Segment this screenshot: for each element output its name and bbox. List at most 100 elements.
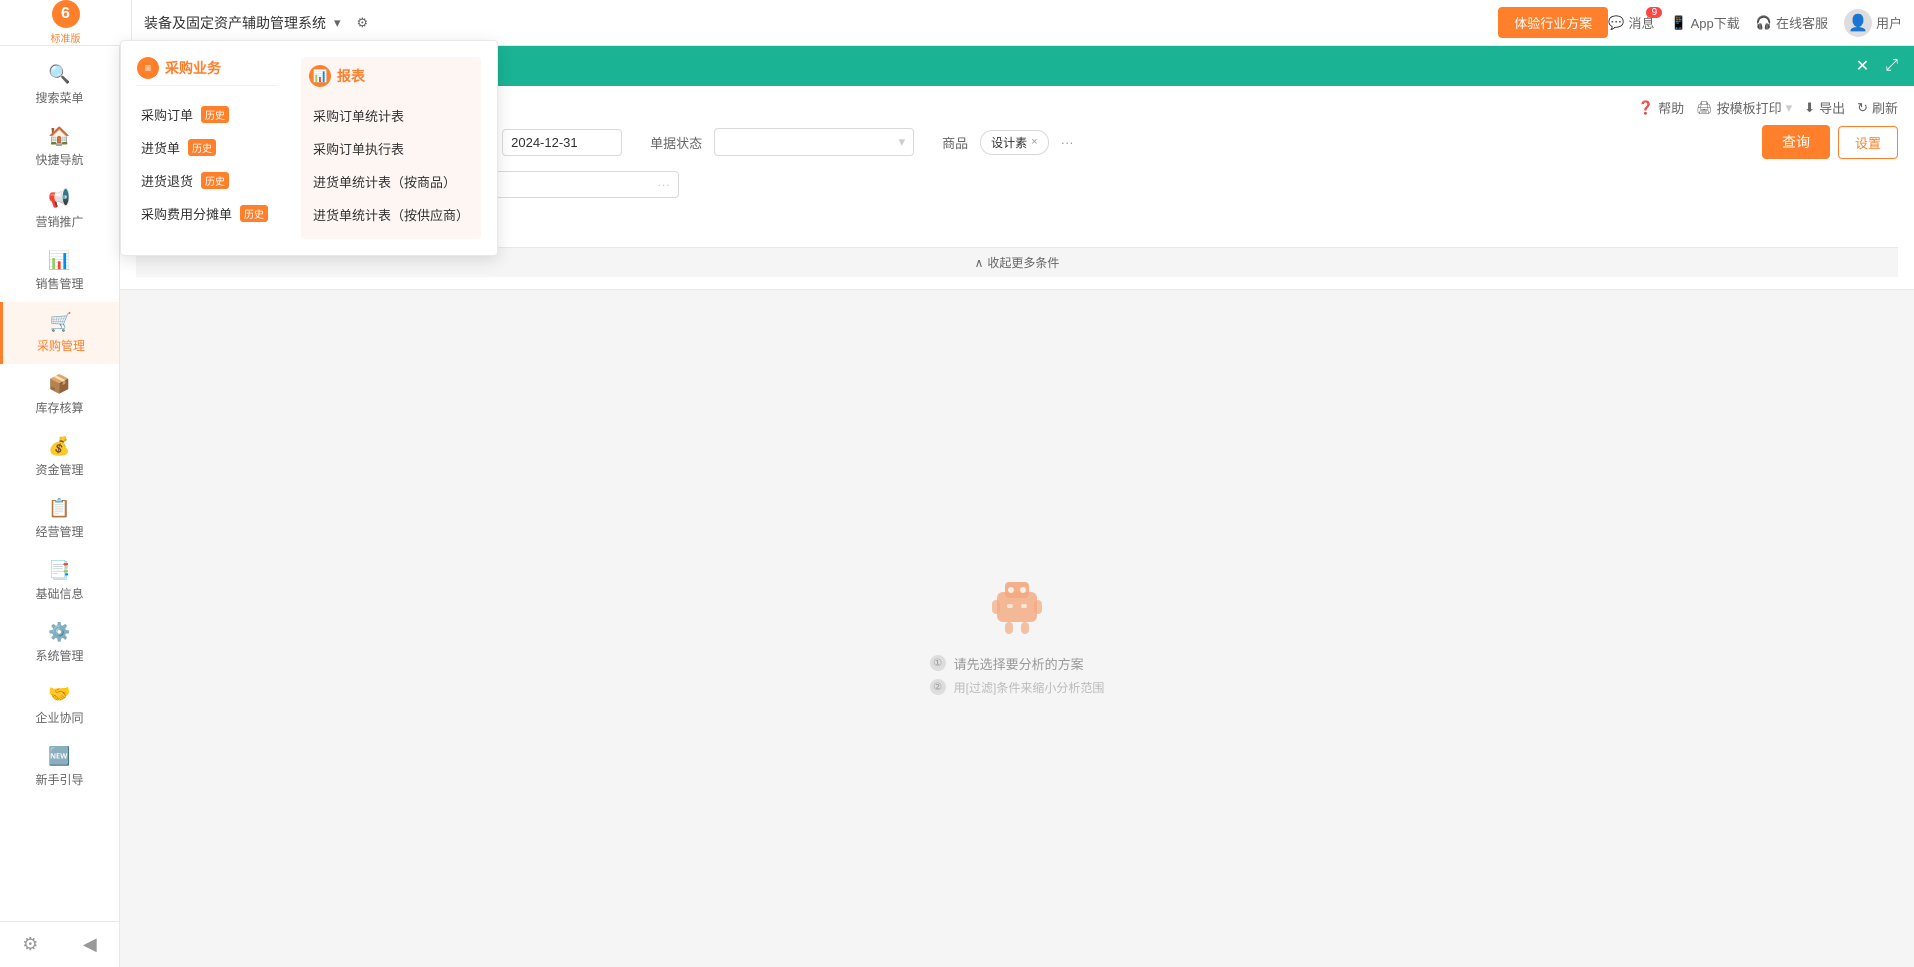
purchase-report-section: 📊 报表 采购订单统计表 采购订单执行表 进货单统计表（按商品） 进货单统计表（… bbox=[301, 57, 481, 239]
sidebar-item-basic[interactable]: 📑 基础信息 bbox=[0, 550, 119, 612]
user-area[interactable]: 👤 用户 bbox=[1844, 9, 1902, 37]
menu-stock-stat-by-supplier[interactable]: 进货单统计表（按供应商） bbox=[309, 198, 473, 231]
sidebar-bottom: ⚙ ◀ bbox=[0, 921, 119, 967]
logo-subtitle: 标准版 bbox=[51, 30, 81, 45]
sidebar-item-quick[interactable]: 🏠 快捷导航 bbox=[0, 116, 119, 178]
sidebar-item-purchase[interactable]: 🛒 采购管理 bbox=[0, 302, 119, 364]
guide-icon: 🆕 bbox=[48, 746, 70, 767]
sidebar-item-search[interactable]: 🔍 搜索菜单 bbox=[0, 54, 119, 116]
menu-stock-in[interactable]: 进货单 历史 bbox=[137, 131, 277, 164]
message-icon: 💬 bbox=[1608, 15, 1624, 31]
print-dropdown-icon: ▾ bbox=[1786, 100, 1793, 116]
stock-in-label: 进货单 bbox=[141, 138, 180, 157]
print-btn[interactable]: 🖨 按模板打印 ▾ bbox=[1696, 98, 1792, 117]
sidebar-item-finance[interactable]: 💰 资金管理 bbox=[0, 426, 119, 488]
history-tag-1: 历史 bbox=[201, 106, 229, 123]
history-tag-3: 历史 bbox=[201, 172, 229, 189]
sidebar-item-label: 营销推广 bbox=[35, 213, 83, 230]
industry-btn[interactable]: 体验行业方案 bbox=[1498, 7, 1608, 38]
sidebar-item-sales[interactable]: 📊 销售管理 bbox=[0, 240, 119, 302]
export-btn[interactable]: ⬇ 导出 bbox=[1804, 98, 1845, 117]
purchase-order-label: 采购订单 bbox=[141, 105, 193, 124]
messages-btn[interactable]: 💬 消息 9 bbox=[1608, 13, 1654, 32]
settings-icon[interactable]: ⚙ bbox=[357, 15, 369, 31]
system-title-text: 装备及固定资产辅助管理系统 bbox=[144, 13, 326, 33]
menu-stock-return[interactable]: 进货退货 历史 bbox=[137, 164, 277, 197]
user-avatar: 👤 bbox=[1844, 9, 1872, 37]
sidebar-settings-icon[interactable]: ⚙ bbox=[22, 934, 38, 955]
sidebar-item-operations[interactable]: 📋 经营管理 bbox=[0, 488, 119, 550]
export-icon: ⬇ bbox=[1804, 100, 1815, 116]
operations-icon: 📋 bbox=[48, 498, 70, 519]
enterprise-icon: 🤝 bbox=[48, 684, 70, 705]
sidebar-item-label: 销售管理 bbox=[35, 275, 83, 292]
voucher-status-label: 单据状态 bbox=[650, 133, 702, 152]
app-download-label: App下载 bbox=[1691, 13, 1740, 32]
refresh-label: 刷新 bbox=[1872, 98, 1898, 117]
basic-icon: 📑 bbox=[48, 560, 70, 581]
purchase-expense-label: 采购费用分摊单 bbox=[141, 204, 232, 223]
sidebar-item-inventory[interactable]: 📦 库存核算 bbox=[0, 364, 119, 426]
tab-close-window-btn[interactable]: ✕ bbox=[1852, 52, 1873, 80]
goods-chip-label: 设计素 bbox=[991, 134, 1027, 151]
query-btn[interactable]: 查询 bbox=[1762, 125, 1830, 159]
sidebar-item-label: 新手引导 bbox=[35, 771, 83, 788]
menu-purchase-expense[interactable]: 采购费用分摊单 历史 bbox=[137, 197, 277, 230]
empty-line2: 用[过滤]条件来缩小分析范围 bbox=[954, 679, 1105, 696]
empty-line1: 请先选择要分析的方案 bbox=[954, 654, 1084, 673]
sidebar-item-label: 库存核算 bbox=[35, 399, 83, 416]
history-tag-2: 历史 bbox=[188, 139, 216, 156]
purchase-business-title: ≡ 采购业务 bbox=[137, 57, 277, 86]
tab-bar-right: ✕ ⤢ bbox=[1852, 52, 1914, 80]
sidebar-item-enterprise[interactable]: 🤝 企业协同 bbox=[0, 674, 119, 736]
app-download-btn[interactable]: 📱 App下载 bbox=[1670, 13, 1739, 32]
business-title-text: 采购业务 bbox=[165, 58, 221, 78]
business-title-icon: ≡ bbox=[137, 57, 159, 79]
online-service-btn[interactable]: 🎧 在线客服 bbox=[1756, 13, 1828, 32]
phone-icon: 📱 bbox=[1670, 15, 1686, 31]
sidebar-item-label: 资金管理 bbox=[35, 461, 83, 478]
sidebar-item-label: 系统管理 bbox=[35, 647, 83, 664]
tab-maximize-btn[interactable]: ⤢ bbox=[1881, 53, 1902, 79]
setting-btn[interactable]: 设置 bbox=[1838, 126, 1898, 159]
collapse-label: 收起更多条件 bbox=[987, 254, 1059, 271]
online-service-label: 在线客服 bbox=[1776, 13, 1828, 32]
finance-icon: 💰 bbox=[48, 436, 70, 457]
sidebar-item-guide[interactable]: 🆕 新手引导 bbox=[0, 736, 119, 798]
date-end-value[interactable]: 2024-12-31 bbox=[502, 129, 622, 156]
empty-state: ① 请先选择要分析的方案 ② 用[过滤]条件来缩小分析范围 bbox=[930, 562, 1105, 696]
user-label: 用户 bbox=[1876, 13, 1902, 32]
collapse-chevron-icon: ∧ bbox=[975, 256, 984, 270]
stock-return-label: 进货退货 bbox=[141, 171, 193, 190]
purchase-icon: 🛒 bbox=[50, 312, 72, 333]
sales-icon: 📊 bbox=[48, 250, 70, 271]
sidebar-item-marketing[interactable]: 📢 营销推广 bbox=[0, 178, 119, 240]
goods-more-dots[interactable]: ··· bbox=[1061, 135, 1074, 150]
main-layout: 🔍 搜索菜单 🏠 快捷导航 📢 营销推广 📊 销售管理 🛒 采购管理 📦 库存核… bbox=[0, 46, 1914, 967]
system-title-area: 装备及固定资产辅助管理系统 ▾ ⚙ bbox=[144, 13, 1486, 33]
salesperson-select[interactable]: ··· bbox=[479, 171, 679, 198]
inventory-icon: 📦 bbox=[48, 374, 70, 395]
sidebar-item-label: 企业协同 bbox=[35, 709, 83, 726]
goods-label: 商品 bbox=[942, 133, 968, 152]
voucher-status-select[interactable]: ▾ bbox=[714, 128, 914, 156]
purchase-business-section: ≡ 采购业务 采购订单 历史 进货单 历史 进货退货 历史 采购费用分摊单 历史 bbox=[137, 57, 277, 239]
goods-chip[interactable]: 设计素 × bbox=[980, 130, 1048, 155]
sidebar-item-label: 基础信息 bbox=[35, 585, 83, 602]
sidebar-item-system[interactable]: ⚙️ 系统管理 bbox=[0, 612, 119, 674]
help-btn[interactable]: ❓ 帮助 bbox=[1638, 98, 1684, 117]
history-tag-4: 历史 bbox=[240, 205, 268, 222]
menu-purchase-order[interactable]: 采购订单 历史 bbox=[137, 98, 277, 131]
empty-illustration bbox=[977, 562, 1057, 642]
top-right-area: 💬 消息 9 📱 App下载 🎧 在线客服 👤 用户 bbox=[1608, 9, 1902, 37]
goods-chip-close[interactable]: × bbox=[1031, 136, 1037, 148]
home-icon: 🏠 bbox=[48, 126, 70, 147]
refresh-btn[interactable]: ↻ 刷新 bbox=[1857, 98, 1898, 117]
sidebar-item-label: 快捷导航 bbox=[35, 151, 83, 168]
menu-stock-stat-by-goods[interactable]: 进货单统计表（按商品） bbox=[309, 165, 473, 198]
title-dropdown-icon[interactable]: ▾ bbox=[334, 15, 341, 31]
menu-purchase-order-stat[interactable]: 采购订单统计表 bbox=[309, 99, 473, 132]
menu-purchase-order-exec[interactable]: 采购订单执行表 bbox=[309, 132, 473, 165]
purchase-report-title: 📊 报表 bbox=[309, 65, 473, 87]
sidebar-collapse-icon[interactable]: ◀ bbox=[83, 934, 97, 955]
